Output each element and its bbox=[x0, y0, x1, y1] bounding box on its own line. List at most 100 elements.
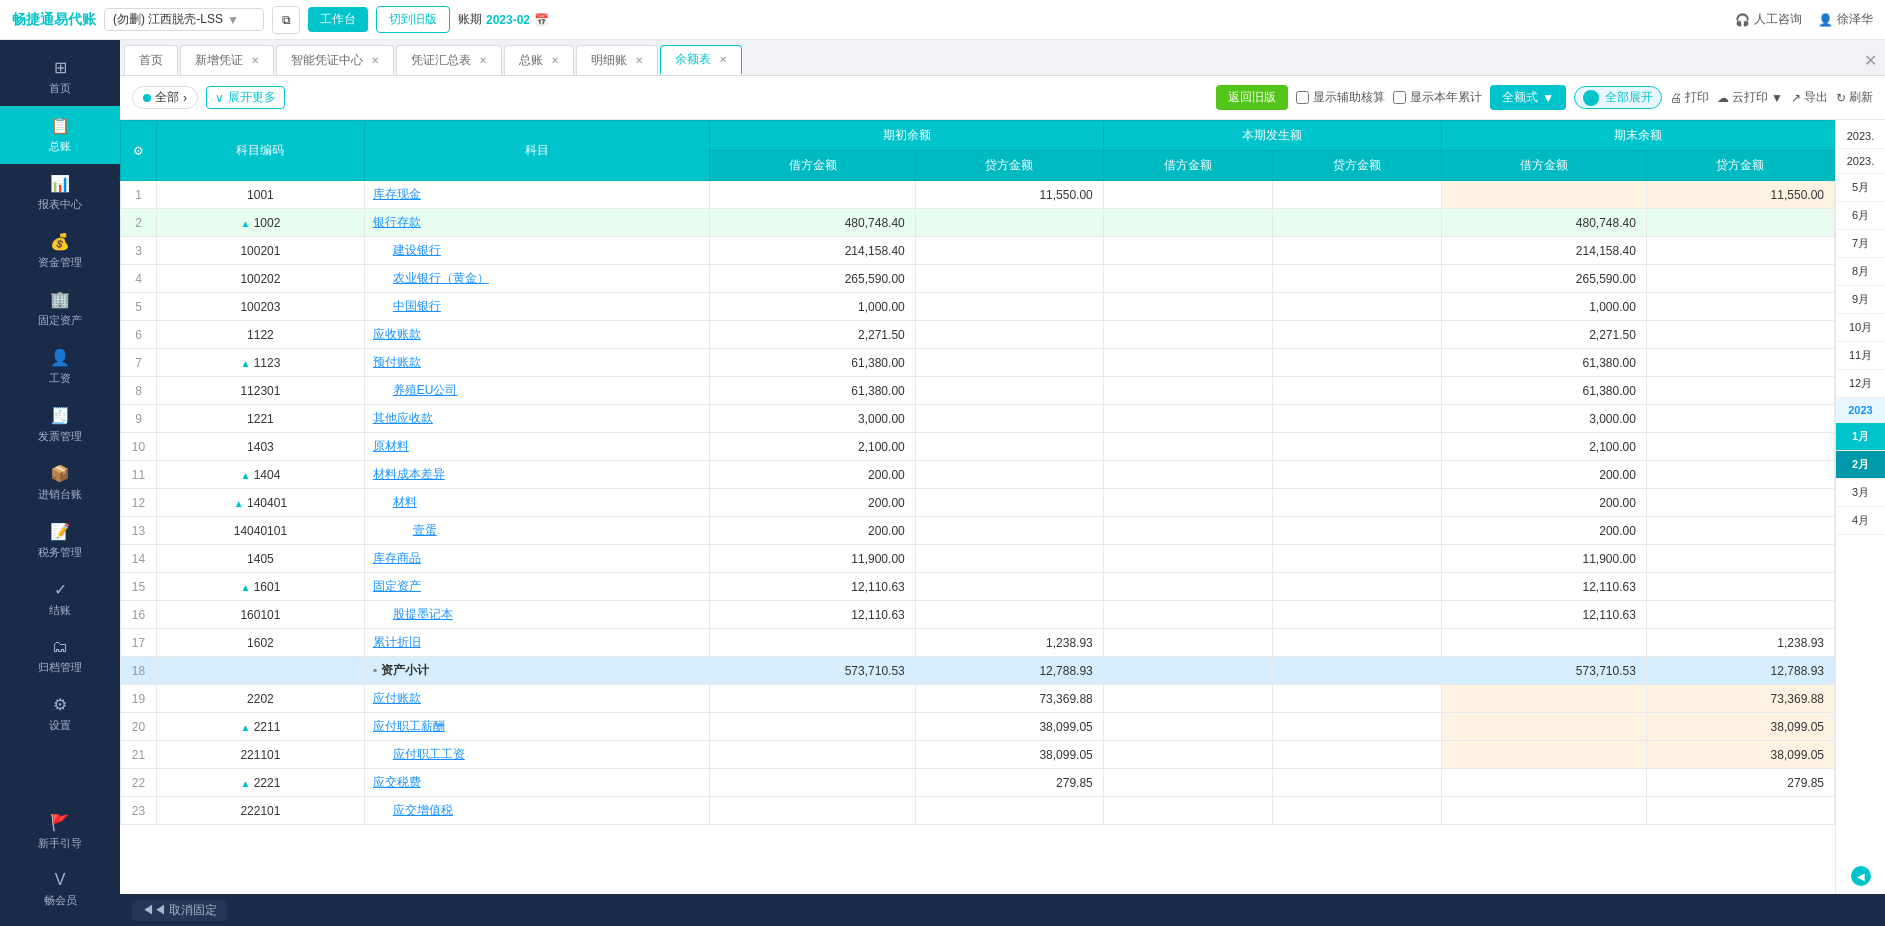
workbench-button[interactable]: 工作台 bbox=[308, 7, 368, 32]
sidebar-item-guide[interactable]: 🚩 新手引导 bbox=[0, 803, 120, 861]
tab-detailed-ledger[interactable]: 明细账 ✕ bbox=[576, 45, 658, 75]
account-name[interactable]: 养殖EU公司 bbox=[364, 377, 710, 405]
account-name[interactable]: 固定资产 bbox=[364, 573, 710, 601]
account-name-link[interactable]: 材料 bbox=[393, 495, 417, 509]
tab-home[interactable]: 首页 bbox=[124, 45, 178, 75]
month-7[interactable]: 7月 bbox=[1836, 230, 1885, 258]
table-container[interactable]: ⚙ 科目编码 科目 期初余额 本期发生额 期末余额 借方金额 贷方金额 借方金额 bbox=[120, 120, 1835, 894]
month-12[interactable]: 12月 bbox=[1836, 370, 1885, 398]
copy-icon[interactable]: ⧉ bbox=[272, 6, 300, 34]
panel-toggle-icon[interactable]: ◀ bbox=[1851, 866, 1871, 886]
account-name[interactable]: 壹蛋 bbox=[364, 517, 710, 545]
sidebar-item-settings[interactable]: ⚙ 设置 bbox=[0, 685, 120, 743]
month-1[interactable]: 1月 bbox=[1836, 423, 1885, 451]
account-name[interactable]: 银行存款 bbox=[364, 209, 710, 237]
unpin-button[interactable]: ◀◀ 取消固定 bbox=[132, 900, 227, 921]
account-name[interactable]: 应收账款 bbox=[364, 321, 710, 349]
account-name-link[interactable]: 股提墨记本 bbox=[393, 607, 453, 621]
account-name[interactable]: 应付职工工资 bbox=[364, 741, 710, 769]
account-name[interactable]: 应付账款 bbox=[364, 685, 710, 713]
sidebar-item-payroll[interactable]: 👤 工资 bbox=[0, 338, 120, 396]
account-name[interactable]: 应付职工薪酬 bbox=[364, 713, 710, 741]
account-name-link[interactable]: 预付账款 bbox=[373, 355, 421, 369]
filter-button[interactable]: 全部 › bbox=[132, 86, 198, 109]
month-2[interactable]: 2月 bbox=[1836, 451, 1885, 479]
account-name-link[interactable]: 应付账款 bbox=[373, 691, 421, 705]
account-name[interactable]: 建设银行 bbox=[364, 237, 710, 265]
sidebar-item-tax[interactable]: 📝 税务管理 bbox=[0, 512, 120, 570]
user-profile[interactable]: 👤 徐泽华 bbox=[1818, 11, 1873, 28]
sidebar-item-close[interactable]: ✓ 结账 bbox=[0, 570, 120, 628]
account-name-link[interactable]: 中国银行 bbox=[393, 299, 441, 313]
month-4[interactable]: 4月 bbox=[1836, 507, 1885, 535]
account-name[interactable]: 库存现金 bbox=[364, 181, 710, 209]
tab-general-ledger[interactable]: 总账 ✕ bbox=[504, 45, 574, 75]
month-11[interactable]: 11月 bbox=[1836, 342, 1885, 370]
tab-voucher-summary[interactable]: 凭证汇总表 ✕ bbox=[396, 45, 502, 75]
account-name-link[interactable]: 材料成本差异 bbox=[373, 467, 445, 481]
account-name-link[interactable]: 银行存款 bbox=[373, 215, 421, 229]
sidebar-item-funds[interactable]: 💰 资金管理 bbox=[0, 222, 120, 280]
account-name-link[interactable]: 其他应收款 bbox=[373, 411, 433, 425]
account-name[interactable]: 库存商品 bbox=[364, 545, 710, 573]
month-5[interactable]: 5月 bbox=[1836, 174, 1885, 202]
settings-column-header[interactable]: ⚙ bbox=[121, 121, 157, 181]
year-2023-active[interactable]: 2023 bbox=[1836, 398, 1885, 423]
account-name-link[interactable]: 库存商品 bbox=[373, 551, 421, 565]
close-icon[interactable]: ✕ bbox=[635, 55, 643, 66]
show-auxiliary-checkbox[interactable]: 显示辅助核算 bbox=[1296, 89, 1385, 106]
sidebar-item-home[interactable]: ⊞ 首页 bbox=[0, 48, 120, 106]
month-6[interactable]: 6月 bbox=[1836, 202, 1885, 230]
account-name[interactable]: ▪资产小计 bbox=[364, 657, 710, 685]
auxiliary-checkbox-input[interactable] bbox=[1296, 91, 1309, 104]
sidebar-item-sales[interactable]: 📦 进销台账 bbox=[0, 454, 120, 512]
account-name-link[interactable]: 壹蛋 bbox=[413, 523, 437, 537]
sidebar-item-assets[interactable]: 🏢 固定资产 bbox=[0, 280, 120, 338]
account-name-link[interactable]: 累计折旧 bbox=[373, 635, 421, 649]
account-name-link[interactable]: 固定资产 bbox=[373, 579, 421, 593]
calendar-icon[interactable]: 📅 bbox=[534, 13, 549, 27]
month-8[interactable]: 8月 bbox=[1836, 258, 1885, 286]
account-name-link[interactable]: 应收账款 bbox=[373, 327, 421, 341]
human-consult-button[interactable]: 🎧 人工咨询 bbox=[1735, 11, 1802, 28]
account-name[interactable]: 材料成本差异 bbox=[364, 461, 710, 489]
cloud-print-button[interactable]: ☁ 云打印 ▼ bbox=[1717, 89, 1783, 106]
account-name[interactable]: 农业银行（黄金） bbox=[364, 265, 710, 293]
account-name[interactable]: 应交税费 bbox=[364, 769, 710, 797]
switch-version-button[interactable]: 切到旧版 bbox=[376, 6, 450, 33]
year-2023-second[interactable]: 2023. bbox=[1836, 149, 1885, 174]
tab-balance-sheet[interactable]: 余额表 ✕ bbox=[660, 45, 742, 75]
account-name-link[interactable]: 应交增值税 bbox=[393, 803, 453, 817]
sidebar-item-invoices[interactable]: 🧾 发票管理 bbox=[0, 396, 120, 454]
account-name-link[interactable]: 库存现金 bbox=[373, 187, 421, 201]
cumulative-checkbox-input[interactable] bbox=[1393, 91, 1406, 104]
account-name[interactable]: 其他应收款 bbox=[364, 405, 710, 433]
account-name-link[interactable]: 应付职工工资 bbox=[393, 747, 465, 761]
month-9[interactable]: 9月 bbox=[1836, 286, 1885, 314]
show-cumulative-checkbox[interactable]: 显示本年累计 bbox=[1393, 89, 1482, 106]
month-3[interactable]: 3月 bbox=[1836, 479, 1885, 507]
account-name[interactable]: 预付账款 bbox=[364, 349, 710, 377]
tab-smart-voucher[interactable]: 智能凭证中心 ✕ bbox=[276, 45, 394, 75]
account-name[interactable]: 原材料 bbox=[364, 433, 710, 461]
expand-more-button[interactable]: ∨ 展开更多 bbox=[206, 86, 285, 109]
refresh-button[interactable]: ↻ 刷新 bbox=[1836, 89, 1873, 106]
sidebar-item-member[interactable]: V 畅会员 bbox=[0, 861, 120, 918]
account-name-link[interactable]: 原材料 bbox=[373, 439, 409, 453]
sidebar-item-reports[interactable]: 📊 报表中心 bbox=[0, 164, 120, 222]
close-icon[interactable]: ✕ bbox=[719, 54, 727, 65]
account-name-link[interactable]: 农业银行（黄金） bbox=[393, 271, 489, 285]
close-icon[interactable]: ✕ bbox=[479, 55, 487, 66]
year-2023-first[interactable]: 2023. bbox=[1836, 124, 1885, 149]
return-old-version-button[interactable]: 返回旧版 bbox=[1216, 85, 1288, 110]
close-all-tabs[interactable]: ✕ bbox=[1856, 45, 1885, 75]
close-icon[interactable]: ✕ bbox=[251, 55, 259, 66]
company-selector[interactable]: (勿删) 江西脱壳-LSS ▼ bbox=[104, 8, 264, 31]
panel-toggle[interactable]: ◀ bbox=[1836, 862, 1885, 890]
account-name[interactable]: 股提墨记本 bbox=[364, 601, 710, 629]
account-name[interactable]: 应交增值税 bbox=[364, 797, 710, 825]
sidebar-item-archive[interactable]: 🗂 归档管理 bbox=[0, 628, 120, 685]
print-button[interactable]: 🖨 打印 bbox=[1670, 89, 1709, 106]
account-name-link[interactable]: 应交税费 bbox=[373, 775, 421, 789]
account-name-link[interactable]: 养殖EU公司 bbox=[393, 383, 458, 397]
